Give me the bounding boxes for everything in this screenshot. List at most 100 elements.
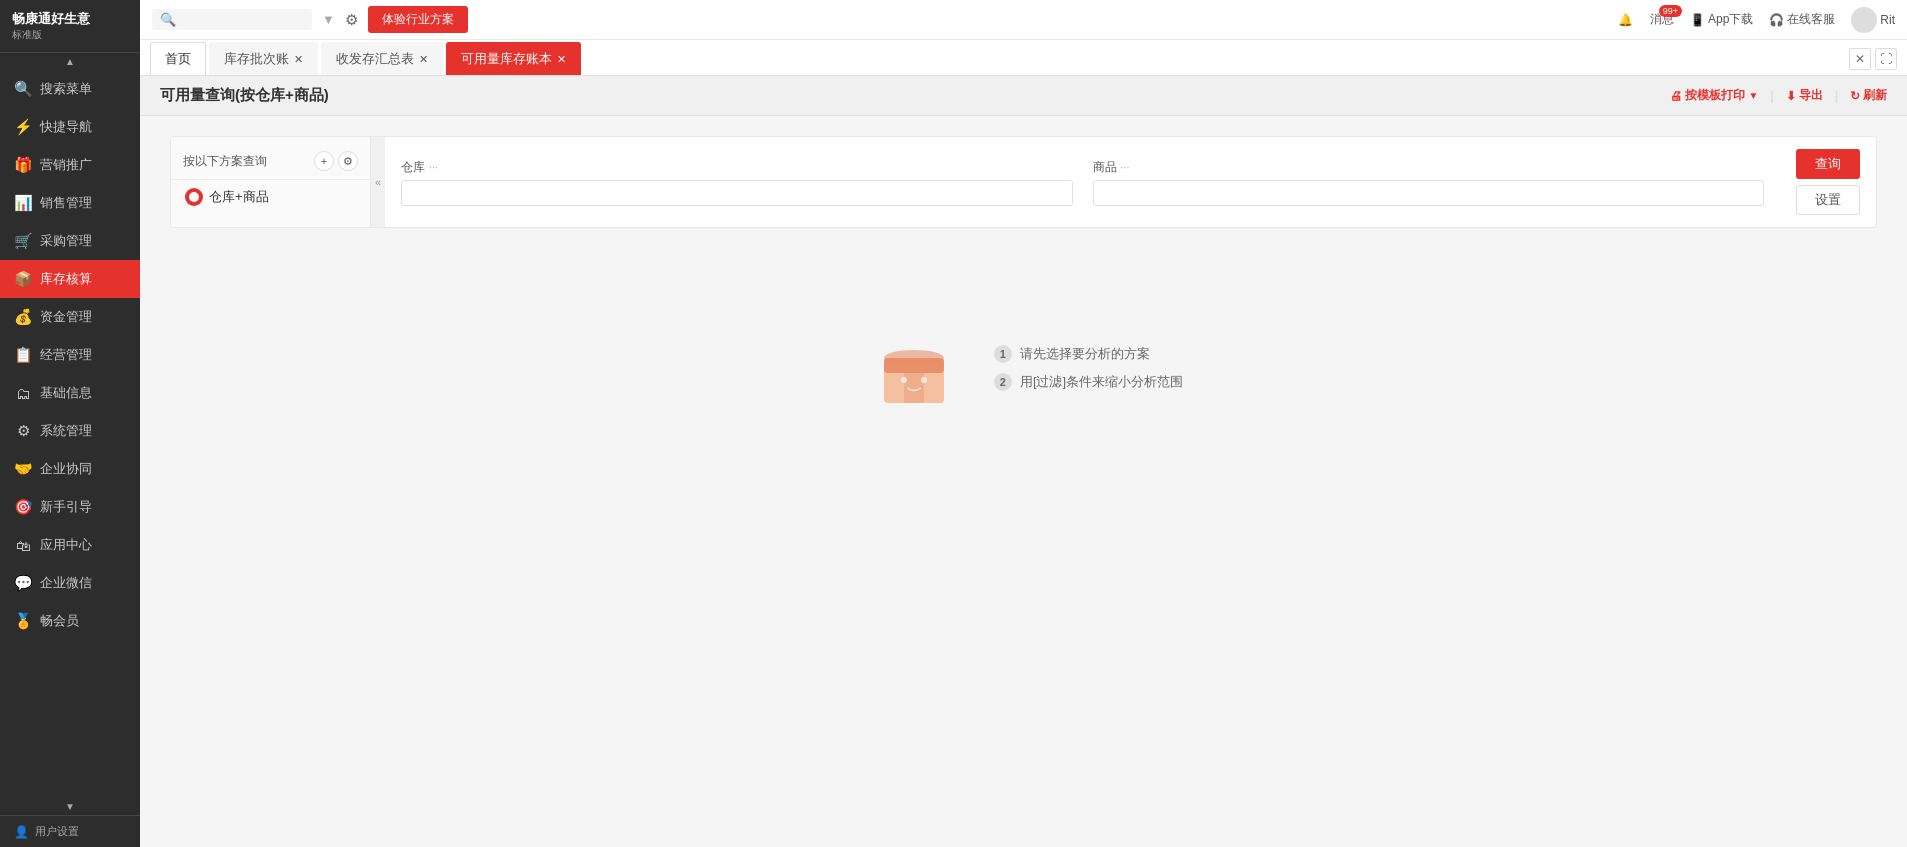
sidebar-item-appstore[interactable]: 🛍 应用中心 bbox=[0, 526, 140, 564]
sidebar-item-sales[interactable]: 📊 销售管理 bbox=[0, 184, 140, 222]
query-panel: 按以下方案查询 + ⚙ 仓库 + bbox=[170, 136, 1877, 228]
sidebar-item-enterprise[interactable]: 🤝 企业协同 bbox=[0, 450, 140, 488]
mobile-icon: 📱 bbox=[1690, 13, 1705, 27]
box-icon: 📦 bbox=[14, 270, 32, 288]
empty-illustration bbox=[864, 318, 964, 418]
tab-batch-account-close[interactable]: ✕ bbox=[294, 53, 303, 66]
sidebar-item-label: 企业微信 bbox=[40, 574, 92, 592]
query-action-buttons: 查询 设置 bbox=[1780, 137, 1876, 227]
hint2-text: 用[过滤]条件来缩小分析范围 bbox=[1020, 373, 1183, 391]
username-display: Rit bbox=[1880, 13, 1895, 27]
page-header-actions: 🖨 按模板打印 ▼ | ⬇ 导出 | ↻ 刷新 bbox=[1670, 87, 1887, 104]
gear-icon: ⚙ bbox=[14, 422, 32, 440]
collapse-icon: « bbox=[375, 176, 381, 188]
query-collapse-button[interactable]: « bbox=[371, 137, 385, 227]
print-icon: 🖨 bbox=[1670, 89, 1682, 103]
settings-gear-icon[interactable]: ⚙ bbox=[345, 11, 358, 29]
content-area: 可用量查询(按仓库+商品) 🖨 按模板打印 ▼ | ⬇ 导出 | ↻ 刷新 bbox=[140, 76, 1907, 847]
sidebar-item-member[interactable]: 🏅 畅会员 bbox=[0, 602, 140, 640]
chart-icon: 📊 bbox=[14, 194, 32, 212]
query-scheme-panel: 按以下方案查询 + ⚙ 仓库+ bbox=[171, 137, 371, 227]
sidebar-item-finance[interactable]: 💰 资金管理 bbox=[0, 298, 140, 336]
shop-icon: 🛍 bbox=[14, 537, 32, 554]
sidebar-item-newuser[interactable]: 🎯 新手引导 bbox=[0, 488, 140, 526]
sidebar-item-system[interactable]: ⚙ 系统管理 bbox=[0, 412, 140, 450]
gift-icon: 🎁 bbox=[14, 156, 32, 174]
tab-batch-account[interactable]: 库存批次账 ✕ bbox=[209, 42, 318, 75]
avatar bbox=[1851, 7, 1877, 33]
goods-filter-group: 商品 ··· bbox=[1093, 159, 1765, 206]
goods-more-button[interactable]: ··· bbox=[1121, 161, 1130, 173]
sidebar-item-operation[interactable]: 📋 经营管理 bbox=[0, 336, 140, 374]
scheme-item-warehouse-goods[interactable]: 仓库+商品 bbox=[171, 180, 370, 214]
sidebar-scroll-up[interactable]: ▲ bbox=[0, 53, 140, 70]
divider1: | bbox=[1770, 89, 1773, 103]
sidebar-item-label: 搜索菜单 bbox=[40, 80, 92, 98]
svg-point-6 bbox=[921, 377, 927, 383]
sidebar-item-wxwork[interactable]: 💬 企业微信 bbox=[0, 564, 140, 602]
topbar-search-box[interactable]: 🔍 bbox=[152, 9, 312, 30]
page-title: 可用量查询(按仓库+商品) bbox=[160, 86, 329, 105]
sidebar-logo: 畅康通好生意 标准版 bbox=[0, 0, 140, 53]
sidebar-scroll-down[interactable]: ▼ bbox=[0, 798, 140, 815]
tab-home[interactable]: 首页 bbox=[150, 42, 206, 75]
sidebar-menu: 🔍 搜索菜单 ⚡ 快捷导航 🎁 营销推广 📊 销售管理 🛒 采购管理 📦 库存核… bbox=[0, 70, 140, 798]
settings-button[interactable]: 设置 bbox=[1796, 185, 1860, 215]
sidebar-item-marketing[interactable]: 🎁 营销推广 bbox=[0, 146, 140, 184]
goods-filter-input[interactable] bbox=[1093, 180, 1765, 206]
add-scheme-button[interactable]: + bbox=[314, 151, 334, 171]
sidebar-item-search[interactable]: 🔍 搜索菜单 bbox=[0, 70, 140, 108]
tab-available-stock[interactable]: 可用量库存账本 ✕ bbox=[446, 42, 581, 75]
dropdown-icon[interactable]: ▼ bbox=[322, 12, 335, 27]
warehouse-label-text: 仓库 bbox=[401, 159, 425, 176]
warehouse-filter-group: 仓库 ··· bbox=[401, 159, 1073, 206]
online-service-label: 在线客服 bbox=[1787, 11, 1835, 28]
sidebar-item-label: 快捷导航 bbox=[40, 118, 92, 136]
sidebar-item-basic[interactable]: 🗂 基础信息 bbox=[0, 374, 140, 412]
export-label: 导出 bbox=[1799, 87, 1823, 104]
print-action[interactable]: 🖨 按模板打印 ▼ bbox=[1670, 87, 1758, 104]
tabs-close-all-button[interactable]: ✕ bbox=[1849, 48, 1871, 70]
manage-scheme-button[interactable]: ⚙ bbox=[338, 151, 358, 171]
industry-solution-button[interactable]: 体验行业方案 bbox=[368, 6, 468, 33]
refresh-action[interactable]: ↻ 刷新 bbox=[1850, 87, 1887, 104]
scheme-icons: + ⚙ bbox=[314, 151, 358, 171]
sidebar-item-purchase[interactable]: 🛒 采购管理 bbox=[0, 222, 140, 260]
sidebar: 畅康通好生意 标准版 ▲ 🔍 搜索菜单 ⚡ 快捷导航 🎁 营销推广 📊 销售管理… bbox=[0, 0, 140, 847]
query-button[interactable]: 查询 bbox=[1796, 149, 1860, 179]
warehouse-more-button[interactable]: ··· bbox=[429, 161, 438, 173]
chat-icon: 💬 bbox=[14, 574, 32, 592]
money-icon: 💰 bbox=[14, 308, 32, 326]
print-dropdown-icon[interactable]: ▼ bbox=[1748, 90, 1758, 101]
warehouse-filter-input[interactable] bbox=[401, 180, 1073, 206]
hint1-num: 1 bbox=[994, 345, 1012, 363]
goods-label-text: 商品 bbox=[1093, 159, 1117, 176]
sidebar-item-inventory[interactable]: 📦 库存核算 bbox=[0, 260, 140, 298]
message-item[interactable]: 🔔 99+ 消息 bbox=[1618, 11, 1674, 28]
sidebar-item-label: 经营管理 bbox=[40, 346, 92, 364]
topbar-search-input[interactable] bbox=[180, 13, 280, 27]
topbar: 🔍 ▼ ⚙ 体验行业方案 🔔 99+ 消息 📱 App下载 🎧 在线客服 Rit bbox=[140, 0, 1907, 40]
app-download-label: App下载 bbox=[1708, 11, 1753, 28]
app-download-item[interactable]: 📱 App下载 bbox=[1690, 11, 1753, 28]
tabs-right-controls: ✕ ⛶ bbox=[1849, 48, 1897, 70]
tabs-expand-button[interactable]: ⛶ bbox=[1875, 48, 1897, 70]
handshake-icon: 🤝 bbox=[14, 460, 32, 478]
page-header: 可用量查询(按仓库+商品) 🖨 按模板打印 ▼ | ⬇ 导出 | ↻ 刷新 bbox=[140, 76, 1907, 116]
user-avatar-item[interactable]: Rit bbox=[1851, 7, 1895, 33]
tab-stock-summary[interactable]: 收发存汇总表 ✕ bbox=[321, 42, 443, 75]
query-section-label: 按以下方案查询 bbox=[183, 153, 267, 170]
scheme-icon bbox=[185, 188, 203, 206]
cart-icon: 🛒 bbox=[14, 232, 32, 250]
tab-available-stock-close[interactable]: ✕ bbox=[557, 53, 566, 66]
sidebar-item-label: 应用中心 bbox=[40, 536, 92, 554]
query-panel-wrapper: 按以下方案查询 + ⚙ 仓库 + bbox=[140, 116, 1907, 238]
query-panel-top: 按以下方案查询 + ⚙ 仓库 + bbox=[171, 137, 1876, 227]
sidebar-item-shortcut[interactable]: ⚡ 快捷导航 bbox=[0, 108, 140, 146]
online-service-item[interactable]: 🎧 在线客服 bbox=[1769, 11, 1835, 28]
export-action[interactable]: ⬇ 导出 bbox=[1786, 87, 1823, 104]
scheme-label: 仓库+商品 bbox=[209, 188, 269, 206]
query-filters: 仓库 ··· 商品 ··· bbox=[385, 137, 1780, 227]
tab-stock-summary-close[interactable]: ✕ bbox=[419, 53, 428, 66]
folder-icon: 🗂 bbox=[14, 385, 32, 402]
